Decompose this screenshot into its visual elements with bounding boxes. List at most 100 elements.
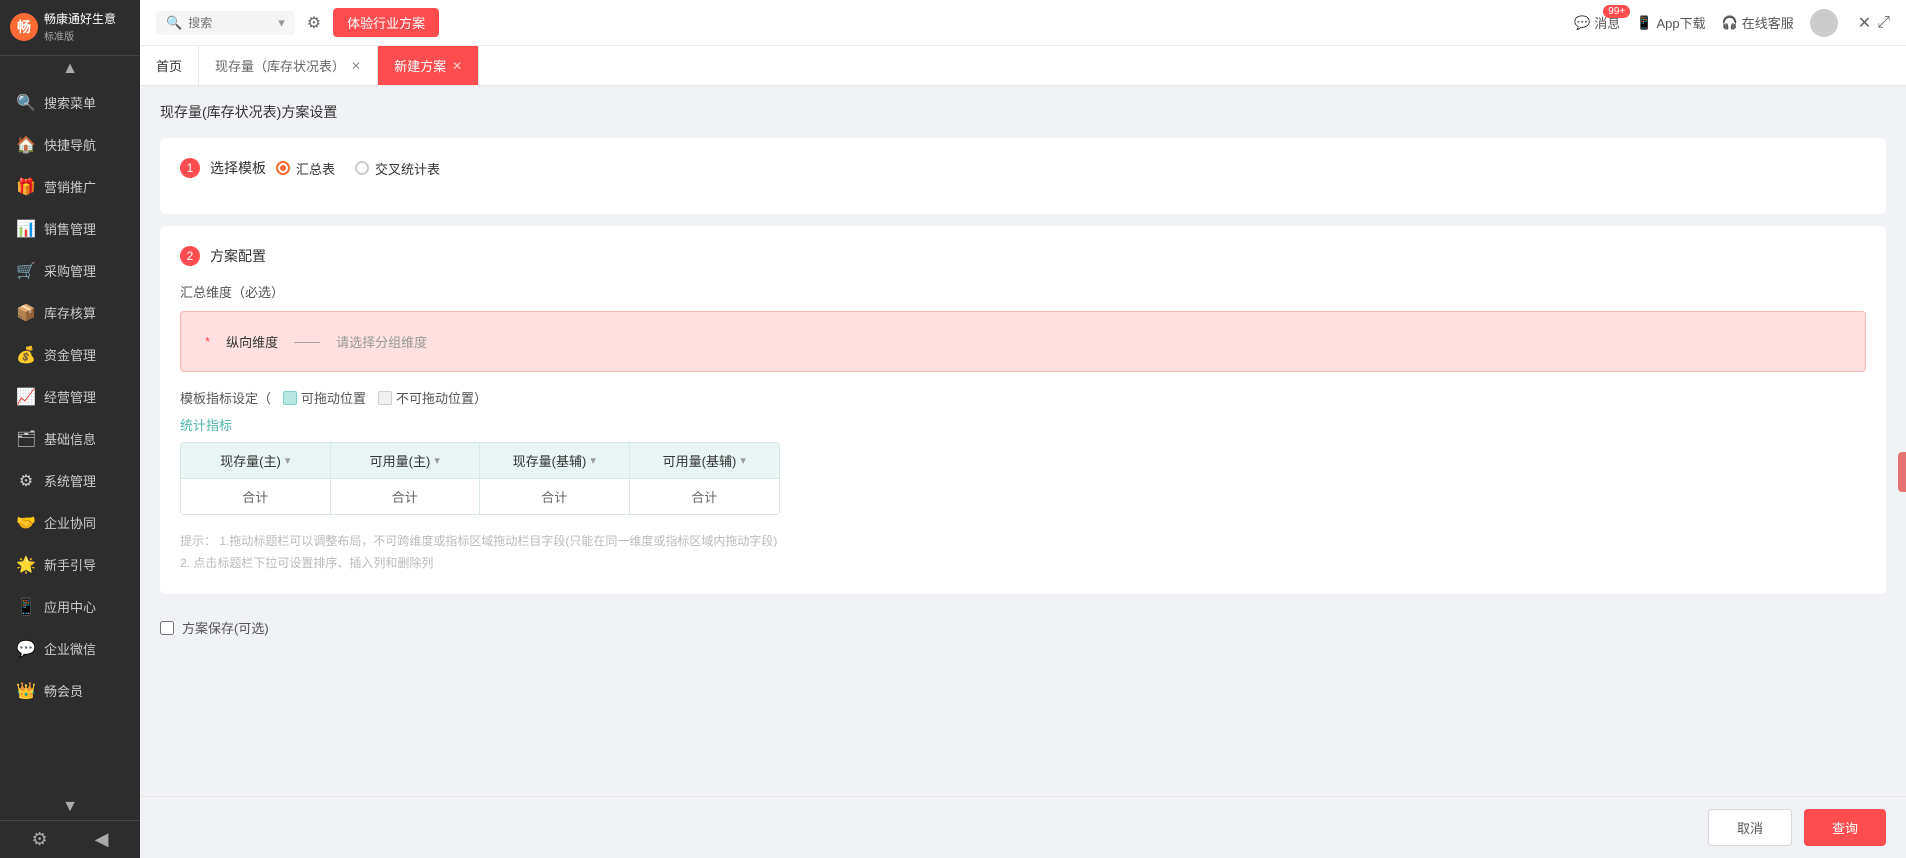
tab-home-label: 首页 <box>156 56 182 75</box>
required-mark: * <box>205 334 210 349</box>
draggable-indicator: 可拖动位置 <box>283 388 366 407</box>
tab-new-scheme[interactable]: 新建方案 ✕ <box>378 46 479 85</box>
sidebar-item-app-center[interactable]: 📱 应用中心 <box>0 586 140 628</box>
sidebar-item-inventory[interactable]: 📦 库存核算 <box>0 292 140 334</box>
tab-inventory-status-label: 现存量（库存状况表） <box>215 56 345 75</box>
message-action[interactable]: 💬 消息 99+ <box>1574 13 1620 32</box>
search-input[interactable] <box>188 16 268 30</box>
stats-col-main-qty-dropdown[interactable]: ▾ <box>285 454 291 467</box>
sidebar-footer: ⚙ ◀ <box>0 820 140 858</box>
user-avatar[interactable] <box>1810 9 1838 37</box>
stats-col-available-aux-label: 可用量(基辅) <box>663 451 737 470</box>
stats-col-aux-qty-label: 现存量(基辅) <box>513 451 587 470</box>
stats-col-available-main[interactable]: 可用量(主) ▾ <box>331 443 481 478</box>
headset-icon: 🎧 <box>1722 15 1738 31</box>
query-button[interactable]: 查询 <box>1804 809 1886 846</box>
save-checkbox[interactable] <box>160 621 174 635</box>
finance-icon: 💰 <box>16 345 36 365</box>
stats-col-available-main-label: 可用量(主) <box>370 451 431 470</box>
hint-2: 2. 点击标题栏下拉可设置排序、插入列和删除列 <box>180 553 1866 575</box>
radio-summary[interactable]: 汇总表 <box>276 159 335 178</box>
step1-title: 选择模板 <box>210 158 266 178</box>
marketing-icon: 🎁 <box>16 177 36 197</box>
stats-col-available-aux[interactable]: 可用量(基辅) ▾ <box>630 443 780 478</box>
sidebar-item-label: 营销推广 <box>44 177 96 196</box>
stats-col-aux-qty-dropdown[interactable]: ▾ <box>590 454 596 467</box>
sidebar-item-operations[interactable]: 📈 经营管理 <box>0 376 140 418</box>
sidebar-item-quick-nav[interactable]: 🏠 快捷导航 <box>0 124 140 166</box>
sidebar-scroll-down[interactable]: ▼ <box>0 794 140 820</box>
sidebar-collapse-button[interactable]: ◀ <box>95 829 109 850</box>
step1-number: 1 <box>180 158 200 178</box>
stats-col-available-aux-dropdown[interactable]: ▾ <box>740 454 746 467</box>
search-dropdown-icon[interactable]: ▾ <box>278 15 285 31</box>
inventory-icon: 📦 <box>16 303 36 323</box>
stats-body-main-qty: 合计 <box>181 478 331 514</box>
non-draggable-box <box>378 391 392 405</box>
app-download-icon: 📱 <box>1636 15 1652 31</box>
search-menu-icon: 🔍 <box>16 93 36 113</box>
app-download-action[interactable]: 📱 App下载 <box>1636 13 1705 32</box>
stats-table-header: 现存量(主) ▾ 可用量(主) ▾ 现存量(基辅) ▾ 可用量(基辅) ▾ <box>181 443 779 478</box>
page-title: 现存量(库存状况表)方案设置 <box>160 102 1886 122</box>
online-service-action[interactable]: 🎧 在线客服 <box>1722 13 1794 32</box>
search-box[interactable]: 🔍 ▾ <box>156 11 295 35</box>
sidebar-item-search-menu[interactable]: 🔍 搜索菜单 <box>0 82 140 124</box>
trial-button[interactable]: 体验行业方案 <box>333 8 439 37</box>
sidebar: 畅 畅康通好生意 标准版 ▲ 🔍 搜索菜单 🏠 快捷导航 🎁 营销推广 📊 销售… <box>0 0 140 858</box>
template-indicator-row: 模板指标设定（ 可拖动位置 不可拖动位置） <box>180 388 1866 407</box>
message-icon: 💬 <box>1574 15 1590 31</box>
sidebar-item-label: 搜索菜单 <box>44 93 96 112</box>
purchase-icon: 🛒 <box>16 261 36 281</box>
save-row: 方案保存(可选) <box>160 606 1886 649</box>
operations-icon: 📈 <box>16 387 36 407</box>
sidebar-item-label: 资金管理 <box>44 345 96 364</box>
wechat-icon: 💬 <box>16 639 36 659</box>
sidebar-item-newbie[interactable]: 🌟 新手引导 <box>0 544 140 586</box>
sidebar-item-marketing[interactable]: 🎁 营销推广 <box>0 166 140 208</box>
tab-inventory-status[interactable]: 现存量（库存状况表） ✕ <box>199 46 378 85</box>
sidebar-item-purchase[interactable]: 🛒 采购管理 <box>0 250 140 292</box>
stats-col-main-qty[interactable]: 现存量(主) ▾ <box>181 443 331 478</box>
stats-col-available-main-dropdown[interactable]: ▾ <box>434 454 440 467</box>
tab-new-scheme-close[interactable]: ✕ <box>452 59 462 73</box>
sidebar-item-label: 销售管理 <box>44 219 96 238</box>
top-header: 🔍 ▾ ⚙ 体验行业方案 💬 消息 99+ 📱 App下载 🎧 在线客服 ✕ <box>140 0 1906 46</box>
dimension-placeholder[interactable]: 请选择分组维度 <box>336 332 427 351</box>
step2-number: 2 <box>180 246 200 266</box>
stats-col-aux-qty[interactable]: 现存量(基辅) ▾ <box>480 443 630 478</box>
close-window-button[interactable]: ✕ <box>1858 13 1871 33</box>
sidebar-settings-button[interactable]: ⚙ <box>32 829 48 850</box>
sidebar-item-label: 新手引导 <box>44 555 96 574</box>
header-gear-icon[interactable]: ⚙ <box>307 13 321 33</box>
radio-cross[interactable]: 交叉统计表 <box>355 159 440 178</box>
online-service-label: 在线客服 <box>1742 13 1794 32</box>
sidebar-scroll-up[interactable]: ▲ <box>0 56 140 82</box>
sidebar-item-enterprise[interactable]: 🤝 企业协同 <box>0 502 140 544</box>
header-actions: 💬 消息 99+ 📱 App下载 🎧 在线客服 <box>1574 9 1838 37</box>
step1-section: 1 选择模板 汇总表 交叉统计表 <box>160 138 1886 214</box>
step2-title: 方案配置 <box>210 246 266 266</box>
newbie-icon: 🌟 <box>16 555 36 575</box>
cancel-button[interactable]: 取消 <box>1708 809 1792 846</box>
sidebar-item-basic-info[interactable]: 🗂 基础信息 <box>0 418 140 460</box>
dimension-label: 汇总维度（必选） <box>180 282 1866 301</box>
step2-section: 2 方案配置 汇总维度（必选） * 纵向维度 —— 请选择分组维度 模板指标设定… <box>160 226 1886 594</box>
sidebar-item-system[interactable]: ⚙ 系统管理 <box>0 460 140 502</box>
app-edition: 标准版 <box>44 28 116 43</box>
stats-section-label: 统计指标 <box>180 415 1866 434</box>
tab-home[interactable]: 首页 <box>140 46 199 85</box>
sales-icon: 📊 <box>16 219 36 239</box>
save-label: 方案保存(可选) <box>182 618 269 637</box>
page-content: 现存量(库存状况表)方案设置 1 选择模板 汇总表 交叉统计表 <box>140 86 1906 858</box>
sidebar-item-sales[interactable]: 📊 销售管理 <box>0 208 140 250</box>
expand-window-button[interactable]: ⤢ <box>1877 14 1890 32</box>
sidebar-item-member[interactable]: 👑 畅会员 <box>0 670 140 712</box>
vertical-dimension-label: 纵向维度 <box>226 332 278 351</box>
tab-inventory-status-close[interactable]: ✕ <box>351 59 361 73</box>
sidebar-item-wechat[interactable]: 💬 企业微信 <box>0 628 140 670</box>
radio-summary-circle <box>276 161 290 175</box>
scroll-indicator <box>1898 452 1906 492</box>
stats-body-available-aux: 合计 <box>630 478 780 514</box>
sidebar-item-finance[interactable]: 💰 资金管理 <box>0 334 140 376</box>
